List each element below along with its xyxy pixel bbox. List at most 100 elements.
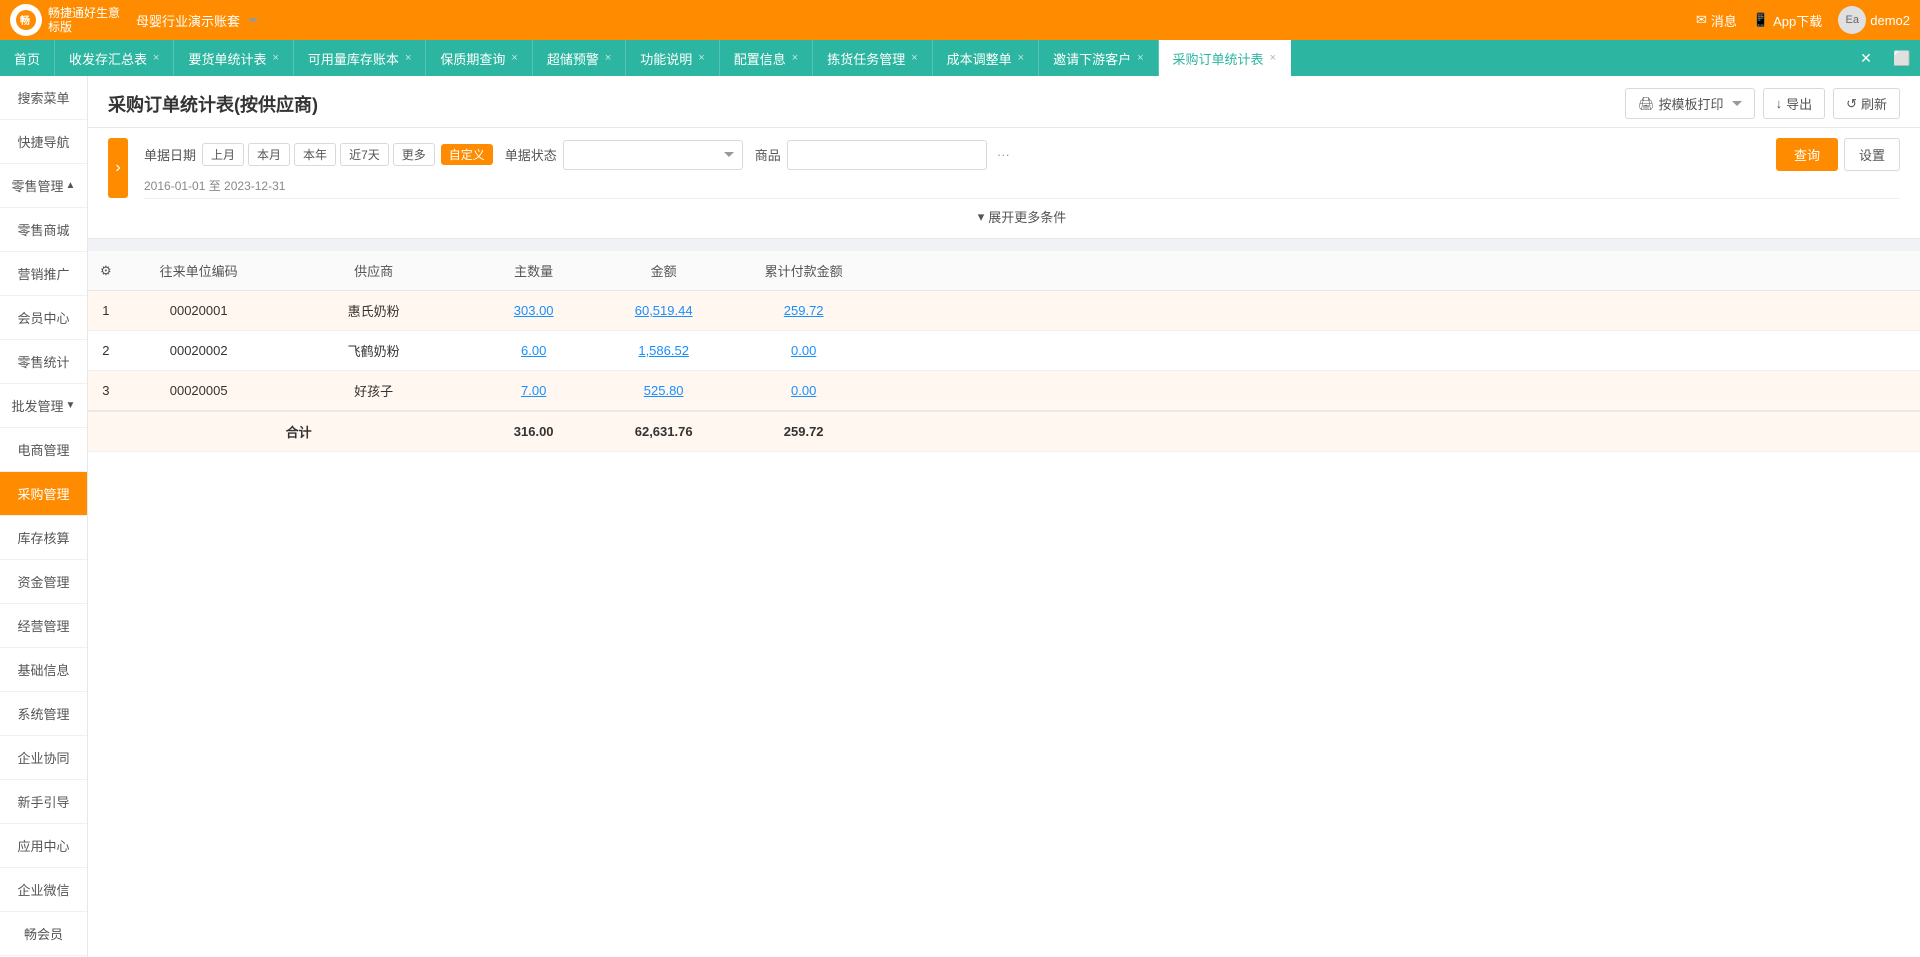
sidebar-item-operations[interactable]: 经营管理 — [0, 604, 87, 648]
cell-amount[interactable]: 525.80 — [594, 371, 734, 412]
sidebar-item-retail-stats[interactable]: 零售统计 — [0, 340, 87, 384]
cell-paid[interactable]: 0.00 — [734, 331, 874, 371]
cell-paid[interactable]: 0.00 — [734, 371, 874, 412]
summary-paid: 259.72 — [734, 411, 874, 452]
close-icon[interactable]: × — [698, 52, 704, 64]
close-icon[interactable]: × — [911, 52, 917, 64]
sidebar-item-search[interactable]: 搜索菜单 — [0, 76, 87, 120]
close-icon[interactable]: × — [1018, 52, 1024, 64]
sidebar-item-system[interactable]: 系统管理 — [0, 692, 87, 736]
cell-paid[interactable]: 259.72 — [734, 291, 874, 331]
sidebar-item-newbie-guide[interactable]: 新手引导 — [0, 780, 87, 824]
goods-more-btn[interactable]: ··· — [993, 147, 1014, 162]
close-icon[interactable]: × — [405, 52, 411, 64]
print-button[interactable]: 🖨 按模板打印 — [1625, 88, 1755, 119]
tab-function-desc[interactable]: 功能说明 × — [626, 40, 719, 76]
app-download-btn[interactable]: 📱 App下载 — [1753, 11, 1822, 30]
sidebar-item-retail-mgmt[interactable]: 零售管理 ▲ — [0, 164, 87, 208]
purchase-order-table: ⚙ 往来单位编码 供应商 主数量 金额 累计付款金额 1 00020001 惠氏… — [88, 251, 1920, 452]
close-icon[interactable]: × — [272, 52, 278, 64]
date-btn-7days[interactable]: 近7天 — [340, 143, 389, 166]
cell-seq: 1 — [88, 291, 124, 331]
settings-button[interactable]: 设置 — [1844, 138, 1900, 171]
sidebar-item-retail-mall[interactable]: 零售商城 — [0, 208, 87, 252]
cell-qty[interactable]: 303.00 — [474, 291, 594, 331]
tab-cost-adjust[interactable]: 成本调整单 × — [933, 40, 1039, 76]
message-icon: ✉ — [1696, 12, 1707, 28]
close-icon[interactable]: × — [511, 52, 517, 64]
sidebar-item-quicknav[interactable]: 快捷导航 — [0, 120, 87, 164]
goods-input[interactable] — [787, 140, 987, 170]
tab-available-inventory[interactable]: 可用量库存账本 × — [294, 40, 426, 76]
cell-qty[interactable]: 7.00 — [474, 371, 594, 412]
message-btn[interactable]: ✉ 消息 — [1696, 11, 1737, 30]
sidebar-item-marketing[interactable]: 营销推广 — [0, 252, 87, 296]
filter-action-btns: 查询 设置 — [1776, 138, 1900, 171]
goods-filter-group: 商品 ··· — [755, 140, 1014, 170]
sidebar-item-wechat[interactable]: 企业微信 — [0, 868, 87, 912]
sidebar-item-finance[interactable]: 资金管理 — [0, 560, 87, 604]
filter-row-1: 单据日期 上月 本月 本年 近7天 更多 自定义 单据状态 — [144, 138, 1900, 171]
workspace-selector[interactable]: 母婴行业演示账套 — [128, 11, 258, 30]
cell-seq: 3 — [88, 371, 124, 412]
date-btn-this-month[interactable]: 本月 — [248, 143, 290, 166]
search-button[interactable]: 查询 — [1776, 138, 1838, 171]
nav-close-btn[interactable]: ✕ — [1848, 40, 1884, 76]
top-bar-right: ✉ 消息 📱 App下载 Ea demo2 — [1696, 6, 1910, 34]
user-avatar[interactable]: Ea demo2 — [1838, 6, 1910, 34]
sidebar-item-wholesale-mgmt[interactable]: 批发管理 ▼ — [0, 384, 87, 428]
th-extra — [874, 251, 1920, 291]
nav-tabs-right: ✕ ⬜ — [1848, 40, 1920, 76]
cell-qty[interactable]: 6.00 — [474, 331, 594, 371]
date-btn-last-month[interactable]: 上月 — [202, 143, 244, 166]
svg-text:畅: 畅 — [20, 14, 30, 27]
close-icon[interactable]: × — [792, 52, 798, 64]
close-icon[interactable]: × — [605, 52, 611, 64]
tab-order-stats[interactable]: 要货单统计表 × — [174, 40, 293, 76]
sidebar-item-inventory[interactable]: 库存核算 — [0, 516, 87, 560]
close-icon[interactable]: × — [1137, 52, 1143, 64]
logo-icon: 畅 — [10, 4, 42, 36]
tab-collect-summary[interactable]: 收发存汇总表 × — [55, 40, 174, 76]
filter-collapse-toggle[interactable]: › — [108, 138, 128, 198]
nav-tabs: 首页 收发存汇总表 × 要货单统计表 × 可用量库存账本 × 保质期查询 × 超… — [0, 40, 1920, 76]
tab-invite-downstream[interactable]: 邀请下游客户 × — [1039, 40, 1158, 76]
export-button[interactable]: ↓ 导出 — [1763, 88, 1826, 119]
page-header: 采购订单统计表(按供应商) 🖨 按模板打印 ↓ 导出 ↺ 刷新 — [88, 76, 1920, 128]
nav-maximize-btn[interactable]: ⬜ — [1884, 40, 1920, 76]
tab-home[interactable]: 首页 — [0, 40, 55, 76]
close-icon[interactable]: × — [1270, 52, 1276, 64]
cell-code: 00020005 — [124, 371, 274, 412]
date-btn-this-year[interactable]: 本年 — [294, 143, 336, 166]
tab-expiry-query[interactable]: 保质期查询 × — [426, 40, 532, 76]
sidebar-item-member-service[interactable]: 畅会员 — [0, 912, 87, 956]
date-btn-more[interactable]: 更多 — [393, 143, 435, 166]
sidebar-item-ecommerce[interactable]: 电商管理 — [0, 428, 87, 472]
table-row: 1 00020001 惠氏奶粉 303.00 60,519.44 259.72 — [88, 291, 1920, 331]
cell-code: 00020002 — [124, 331, 274, 371]
summary-qty: 316.00 — [474, 411, 594, 452]
sidebar: 搜索菜单 快捷导航 零售管理 ▲ 零售商城 营销推广 会员中心 零售统计 批发管… — [0, 76, 88, 957]
tab-pick-task[interactable]: 拣货任务管理 × — [813, 40, 932, 76]
date-custom-tag[interactable]: 自定义 — [441, 144, 493, 165]
tab-config-info[interactable]: 配置信息 × — [720, 40, 813, 76]
status-select[interactable] — [563, 140, 743, 170]
sidebar-item-purchase-mgmt[interactable]: 采购管理 — [0, 472, 87, 516]
filter-section: › 单据日期 上月 本月 本年 近7天 更多 — [88, 128, 1920, 239]
tab-overstock-warning[interactable]: 超储预警 × — [533, 40, 626, 76]
cell-supplier: 惠氏奶粉 — [274, 291, 474, 331]
cell-amount[interactable]: 1,586.52 — [594, 331, 734, 371]
status-filter-group: 单据状态 — [505, 140, 743, 170]
tab-purchase-order-stats[interactable]: 采购订单统计表 × — [1159, 40, 1291, 76]
cell-amount[interactable]: 60,519.44 — [594, 291, 734, 331]
expand-more-conditions[interactable]: ▾ 展开更多条件 — [144, 198, 1900, 226]
sidebar-item-member-center[interactable]: 会员中心 — [0, 296, 87, 340]
close-icon[interactable]: × — [153, 52, 159, 64]
sidebar-item-app-center[interactable]: 应用中心 — [0, 824, 87, 868]
refresh-button[interactable]: ↺ 刷新 — [1833, 88, 1900, 119]
sidebar-item-basic-info[interactable]: 基础信息 — [0, 648, 87, 692]
th-settings[interactable]: ⚙ — [88, 251, 124, 291]
sidebar-item-enterprise-collab[interactable]: 企业协同 — [0, 736, 87, 780]
main-layout: 搜索菜单 快捷导航 零售管理 ▲ 零售商城 营销推广 会员中心 零售统计 批发管… — [0, 76, 1920, 957]
chevron-right-icon: › — [115, 159, 120, 177]
